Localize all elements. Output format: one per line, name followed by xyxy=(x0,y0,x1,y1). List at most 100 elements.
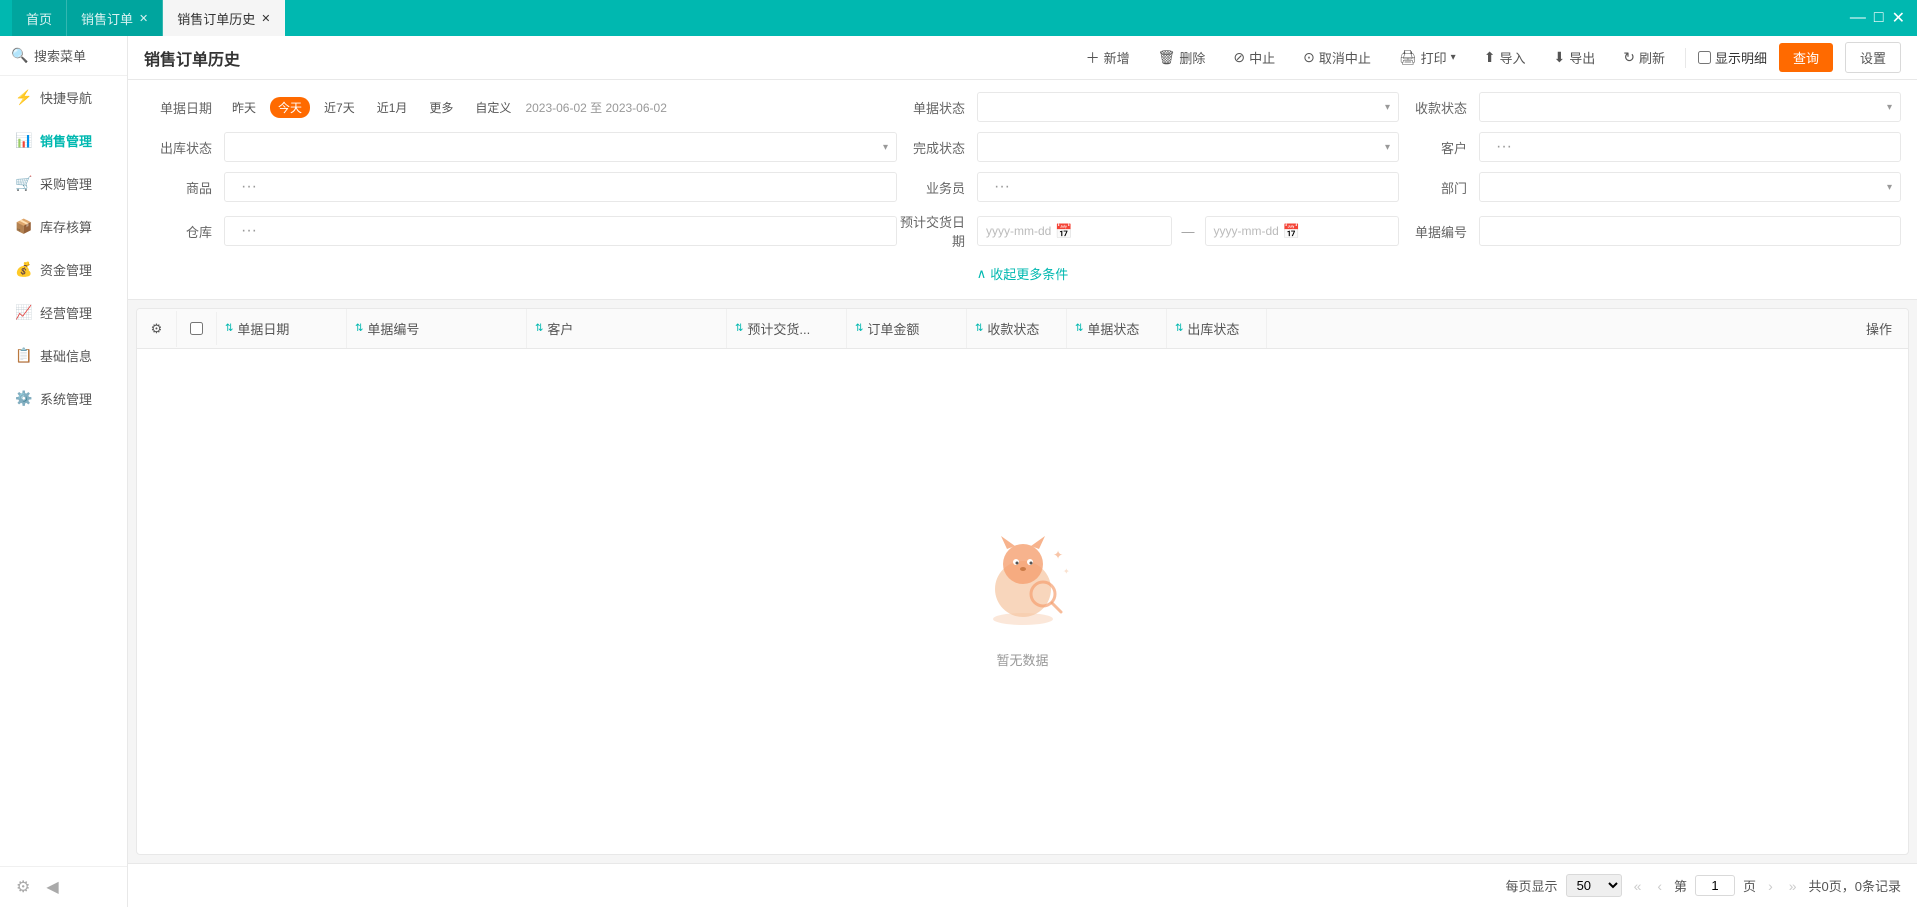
sidebar-item-operation[interactable]: 📈 经营管理 xyxy=(0,291,127,334)
sort-icon-bill[interactable]: ⇅ xyxy=(1075,323,1083,334)
delivery-date-from[interactable]: yyyy-mm-dd 📅 xyxy=(977,216,1172,246)
warehouse-status-select[interactable]: ▾ xyxy=(224,132,897,162)
import-label: 导入 xyxy=(1499,48,1525,67)
date-btn-today[interactable]: 今天 xyxy=(270,97,310,118)
bill-status-select[interactable]: ▾ xyxy=(977,92,1399,122)
date-btn-yesterday[interactable]: 昨天 xyxy=(224,97,264,118)
stop-label: 中止 xyxy=(1249,48,1275,67)
warehouse-dots-icon[interactable]: ··· xyxy=(241,222,257,240)
tab-sales-order-history-label: 销售订单历史 xyxy=(177,9,255,28)
delivery-date-to[interactable]: yyyy-mm-dd 📅 xyxy=(1205,216,1400,246)
sidebar-item-sales[interactable]: 📊 销售管理 xyxy=(0,119,127,162)
sort-icon-warehouse[interactable]: ⇅ xyxy=(1175,323,1183,334)
print-arrow-icon: ▾ xyxy=(1451,52,1456,63)
maximize-btn[interactable]: □ xyxy=(1874,9,1884,27)
tab-home[interactable]: 首页 xyxy=(12,0,67,36)
import-button[interactable]: ⬆ 导入 xyxy=(1476,44,1534,71)
display-cols-toggle[interactable]: 显示明细 xyxy=(1698,48,1767,67)
warehouse-status-label: 出库状态 xyxy=(144,138,224,157)
goods-dots-icon[interactable]: ··· xyxy=(241,178,257,196)
minimize-btn[interactable]: — xyxy=(1850,9,1866,27)
tab-sales-order[interactable]: 销售订单 ✕ xyxy=(67,0,163,36)
sidebar: 🔍 搜索菜单 ⚡ 快捷导航 📊 销售管理 🛒 采购管理 📦 库存核算 💰 资金管… xyxy=(0,36,128,907)
bill-number-input[interactable] xyxy=(1479,216,1901,246)
table-header: ⚙ ⇅ 单据日期 ⇅ 单据编号 ⇅ 客户 ⇅ 预计交货. xyxy=(137,309,1908,349)
sort-icon-order[interactable]: ⇅ xyxy=(355,323,363,334)
import-icon: ⬆ xyxy=(1484,49,1496,66)
department-select[interactable]: ▾ xyxy=(1479,172,1901,202)
refresh-label: 刷新 xyxy=(1639,48,1665,67)
print-button[interactable]: 🖨 打印 ▾ xyxy=(1391,44,1464,71)
export-icon: ⬇ xyxy=(1553,49,1565,66)
th-bill: ⇅ 单据状态 xyxy=(1067,309,1167,348)
salesperson-select[interactable]: ··· xyxy=(977,172,1399,202)
sort-icon-payment[interactable]: ⇅ xyxy=(975,323,983,334)
refresh-button[interactable]: ↻ 刷新 xyxy=(1615,44,1673,71)
payment-status-select[interactable]: ▾ xyxy=(1479,92,1901,122)
customer-select[interactable]: ··· xyxy=(1479,132,1901,162)
filter-date-cell: 单据日期 昨天 今天 近7天 近1月 更多 自定义 2023-06-02 至 2… xyxy=(144,97,897,118)
new-button[interactable]: ＋ 新增 xyxy=(1078,44,1138,72)
sidebar-item-finance[interactable]: 💰 资金管理 xyxy=(0,248,127,291)
sort-icon-amount[interactable]: ⇅ xyxy=(855,323,863,334)
warehouse-select[interactable]: ··· xyxy=(224,216,897,246)
sidebar-item-basic-info[interactable]: 📋 基础信息 xyxy=(0,334,127,377)
table-select-all[interactable] xyxy=(177,312,217,345)
date-separator: — xyxy=(1182,224,1195,239)
sidebar-item-quick-nav[interactable]: ⚡ 快捷导航 xyxy=(0,76,127,119)
sidebar-search[interactable]: 🔍 搜索菜单 xyxy=(0,36,127,76)
settings-icon[interactable]: ⚙ xyxy=(16,877,30,897)
sidebar-bottom: ⚙ ◀ xyxy=(0,866,127,907)
payment-status-arrow-icon: ▾ xyxy=(1887,102,1892,113)
cancel-stop-button[interactable]: ⊙ 取消中止 xyxy=(1295,44,1379,71)
next-page-btn[interactable]: › xyxy=(1764,876,1777,896)
filter-bill-status-cell: 单据状态 ▾ xyxy=(897,92,1399,122)
tab-sales-order-close[interactable]: ✕ xyxy=(139,12,148,25)
sidebar-item-sales-label: 销售管理 xyxy=(40,131,92,150)
collapse-filter-btn[interactable]: ∧ 收起更多条件 xyxy=(144,260,1901,287)
sidebar-item-inventory[interactable]: 📦 库存核算 xyxy=(0,205,127,248)
table-settings-icon[interactable]: ⚙ xyxy=(137,311,177,347)
page-number-input[interactable] xyxy=(1695,875,1735,896)
date-btn-1month[interactable]: 近1月 xyxy=(369,97,416,118)
main-layout: 🔍 搜索菜单 ⚡ 快捷导航 📊 销售管理 🛒 采购管理 📦 库存核算 💰 资金管… xyxy=(0,36,1917,907)
per-page-select[interactable]: 10 20 50 100 xyxy=(1566,874,1622,897)
sort-icon[interactable]: ⇅ xyxy=(225,323,233,334)
goods-select[interactable]: ··· xyxy=(224,172,897,202)
sidebar-item-system-label: 系统管理 xyxy=(40,389,92,408)
complete-status-select[interactable]: ▾ xyxy=(977,132,1399,162)
settings-button[interactable]: 设置 xyxy=(1845,42,1901,73)
date-btn-7days[interactable]: 近7天 xyxy=(316,97,363,118)
customer-label: 客户 xyxy=(1399,138,1479,157)
display-cols-checkbox-input[interactable] xyxy=(1698,51,1711,64)
sidebar-item-system[interactable]: ⚙️ 系统管理 xyxy=(0,377,127,420)
refresh-icon: ↻ xyxy=(1623,49,1635,66)
filter-complete-status-cell: 完成状态 ▾ xyxy=(897,132,1399,162)
date-btn-more[interactable]: 更多 xyxy=(421,97,461,118)
stop-button[interactable]: ⊘ 中止 xyxy=(1225,44,1283,71)
customer-dots-icon[interactable]: ··· xyxy=(1496,138,1512,156)
bill-status-arrow-icon: ▾ xyxy=(1385,102,1390,113)
date-btn-custom[interactable]: 自定义 xyxy=(467,97,519,118)
delete-button[interactable]: 🗑 删除 xyxy=(1150,44,1214,71)
first-page-btn[interactable]: « xyxy=(1630,876,1646,896)
delete-label: 删除 xyxy=(1179,48,1205,67)
query-button[interactable]: 查询 xyxy=(1779,43,1833,72)
empty-state: ✦ ✦ 暂无数据 xyxy=(137,349,1908,854)
sort-icon-delivery[interactable]: ⇅ xyxy=(735,323,743,334)
tab-sales-order-history[interactable]: 销售订单历史 ✕ xyxy=(163,0,285,36)
collapse-sidebar-icon[interactable]: ◀ xyxy=(46,877,58,897)
prev-page-btn[interactable]: ‹ xyxy=(1653,876,1666,896)
collapse-up-icon: ∧ xyxy=(977,266,987,282)
close-btn[interactable]: ✕ xyxy=(1892,8,1905,28)
sidebar-item-purchase[interactable]: 🛒 采购管理 xyxy=(0,162,127,205)
salesperson-label: 业务员 xyxy=(897,178,977,197)
export-button[interactable]: ⬇ 导出 xyxy=(1545,44,1603,71)
window-controls: — □ ✕ xyxy=(1850,8,1905,28)
select-all-checkbox[interactable] xyxy=(190,322,203,335)
inventory-icon: 📦 xyxy=(16,219,32,235)
tab-sales-order-history-close[interactable]: ✕ xyxy=(261,12,270,25)
last-page-btn[interactable]: » xyxy=(1785,876,1801,896)
sort-icon-customer[interactable]: ⇅ xyxy=(535,323,543,334)
salesperson-dots-icon[interactable]: ··· xyxy=(994,178,1010,196)
